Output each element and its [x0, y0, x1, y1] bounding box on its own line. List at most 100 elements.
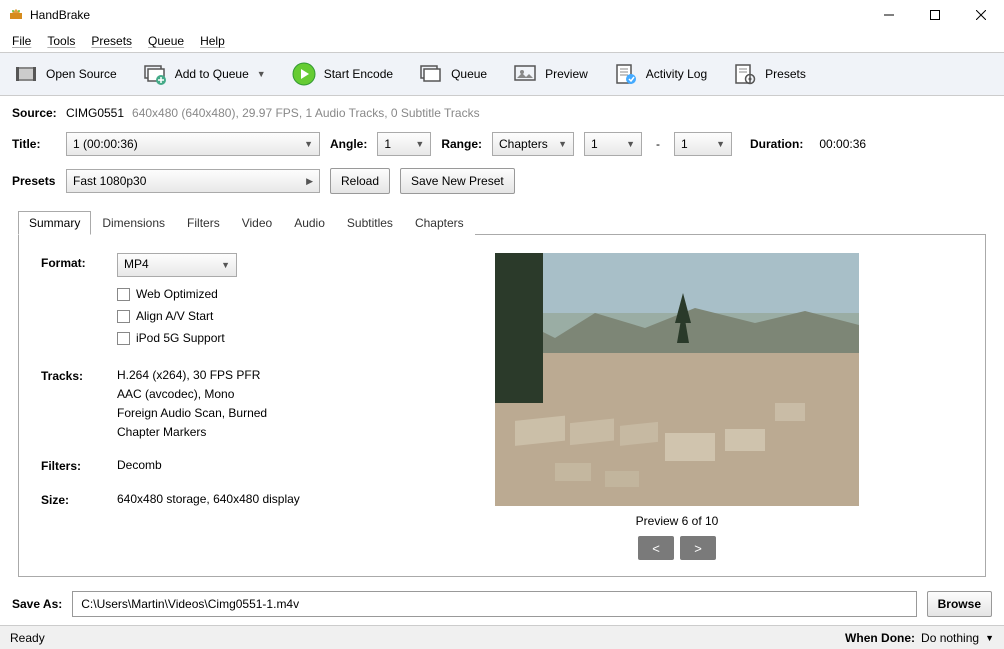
when-done-value: Do nothing: [921, 631, 979, 645]
ipod-5g-checkbox-row[interactable]: iPod 5G Support: [117, 329, 391, 348]
tab-summary[interactable]: Summary: [18, 211, 91, 235]
range-to-value: 1: [681, 137, 688, 151]
play-icon: [292, 62, 316, 86]
presets-select[interactable]: Fast 1080p30 ▶: [66, 169, 320, 193]
format-label: Format:: [41, 253, 117, 270]
preview-caption: Preview 6 of 10: [636, 514, 719, 528]
menu-tools[interactable]: Tools: [39, 32, 83, 50]
activity-log-label: Activity Log: [646, 67, 707, 81]
chevron-down-icon: ▼: [415, 139, 424, 149]
tab-audio[interactable]: Audio: [283, 211, 336, 235]
tracks-value: H.264 (x264), 30 FPS PFR AAC (avcodec), …: [117, 366, 391, 443]
duration-label: Duration:: [750, 137, 803, 151]
window-title: HandBrake: [30, 8, 866, 22]
minimize-button[interactable]: [866, 0, 912, 30]
tracks-line: AAC (avcodec), Mono: [117, 385, 391, 404]
titlebar: HandBrake: [0, 0, 1004, 30]
add-to-queue-button[interactable]: Add to Queue ▼: [137, 58, 272, 90]
source-info: 640x480 (640x480), 29.97 FPS, 1 Audio Tr…: [132, 106, 480, 120]
size-label: Size:: [41, 490, 117, 507]
menu-presets[interactable]: Presets: [83, 32, 140, 50]
saveas-row: Save As: Browse: [0, 585, 1004, 625]
statusbar: Ready When Done: Do nothing ▼: [0, 625, 1004, 649]
when-done[interactable]: When Done: Do nothing ▼: [845, 631, 994, 645]
saveas-label: Save As:: [12, 597, 62, 611]
preview-prev-button[interactable]: <: [638, 536, 674, 560]
tab-chapters[interactable]: Chapters: [404, 211, 475, 235]
angle-select[interactable]: 1 ▼: [377, 132, 431, 156]
web-optimized-label: Web Optimized: [136, 285, 218, 304]
preview-nav: < >: [638, 536, 716, 560]
angle-value: 1: [384, 137, 391, 151]
source-row: Source: CIMG0551 640x480 (640x480), 29.9…: [12, 106, 992, 120]
format-value: MP4: [124, 255, 149, 274]
toolbar: Open Source Add to Queue ▼ Start Encode …: [0, 52, 1004, 96]
open-source-button[interactable]: Open Source: [8, 58, 123, 90]
menu-help[interactable]: Help: [192, 32, 233, 50]
queue-icon: [419, 62, 443, 86]
tab-subtitles[interactable]: Subtitles: [336, 211, 404, 235]
tracks-label: Tracks:: [41, 366, 117, 383]
save-new-preset-button[interactable]: Save New Preset: [400, 168, 515, 194]
maximize-button[interactable]: [912, 0, 958, 30]
browse-button[interactable]: Browse: [927, 591, 992, 617]
queue-button[interactable]: Queue: [413, 58, 493, 90]
format-select[interactable]: MP4 ▼: [117, 253, 237, 277]
web-optimized-checkbox-row[interactable]: Web Optimized: [117, 285, 391, 304]
title-select[interactable]: 1 (00:00:36) ▼: [66, 132, 320, 156]
range-label: Range:: [441, 137, 482, 151]
window-controls: [866, 0, 1004, 30]
film-icon: [14, 62, 38, 86]
app-icon: [8, 7, 24, 23]
checkbox-icon: [117, 288, 130, 301]
chevron-down-icon: ▼: [985, 633, 994, 643]
range-from-select[interactable]: 1 ▼: [584, 132, 642, 156]
menu-file[interactable]: File: [4, 32, 39, 50]
browse-label: Browse: [938, 597, 981, 611]
close-button[interactable]: [958, 0, 1004, 30]
preview-label: Preview: [545, 67, 588, 81]
source-name: CIMG0551: [66, 106, 124, 120]
chevron-down-icon: ▼: [304, 139, 313, 149]
range-from-value: 1: [591, 137, 598, 151]
chevron-right-icon: ▶: [306, 176, 313, 187]
range-to-select[interactable]: 1 ▼: [674, 132, 732, 156]
range-type-value: Chapters: [499, 137, 548, 151]
add-to-queue-label: Add to Queue: [175, 67, 249, 81]
range-type-select[interactable]: Chapters ▼: [492, 132, 574, 156]
chevron-down-icon: ▼: [558, 139, 567, 149]
preview-button[interactable]: Preview: [507, 58, 594, 90]
tabs: Summary Dimensions Filters Video Audio S…: [18, 210, 986, 235]
align-av-checkbox-row[interactable]: Align A/V Start: [117, 307, 391, 326]
presets-value: Fast 1080p30: [73, 174, 146, 188]
chevron-down-icon: ▼: [716, 139, 725, 149]
preview-next-button[interactable]: >: [680, 536, 716, 560]
source-label: Source:: [12, 106, 66, 120]
menu-queue[interactable]: Queue: [140, 32, 192, 50]
tracks-line: H.264 (x264), 30 FPS PFR: [117, 366, 391, 385]
filters-value: Decomb: [117, 456, 391, 475]
activity-log-button[interactable]: Activity Log: [608, 58, 713, 90]
summary-left: Format: MP4 ▼ Web Optimized Align A/V St…: [41, 253, 391, 560]
tab-video[interactable]: Video: [231, 211, 283, 235]
checkbox-icon: [117, 332, 130, 345]
title-label: Title:: [12, 137, 56, 151]
queue-dropdown-arrow[interactable]: ▼: [257, 69, 266, 79]
preview-icon: [513, 62, 537, 86]
reload-button[interactable]: Reload: [330, 168, 390, 194]
duration-value: 00:00:36: [819, 137, 866, 151]
tab-filters[interactable]: Filters: [176, 211, 231, 235]
start-encode-label: Start Encode: [324, 67, 393, 81]
chevron-down-icon: ▼: [221, 258, 230, 272]
tab-dimensions[interactable]: Dimensions: [91, 211, 176, 235]
saveas-input[interactable]: [72, 591, 916, 617]
when-done-label: When Done:: [845, 631, 915, 645]
angle-label: Angle:: [330, 137, 367, 151]
align-av-label: Align A/V Start: [136, 307, 213, 326]
tab-content: Format: MP4 ▼ Web Optimized Align A/V St…: [18, 235, 986, 577]
presets-button[interactable]: Presets: [727, 58, 812, 90]
start-encode-button[interactable]: Start Encode: [286, 58, 399, 90]
tracks-line: Foreign Audio Scan, Burned: [117, 404, 391, 423]
queue-add-icon: [143, 62, 167, 86]
size-value: 640x480 storage, 640x480 display: [117, 490, 391, 509]
